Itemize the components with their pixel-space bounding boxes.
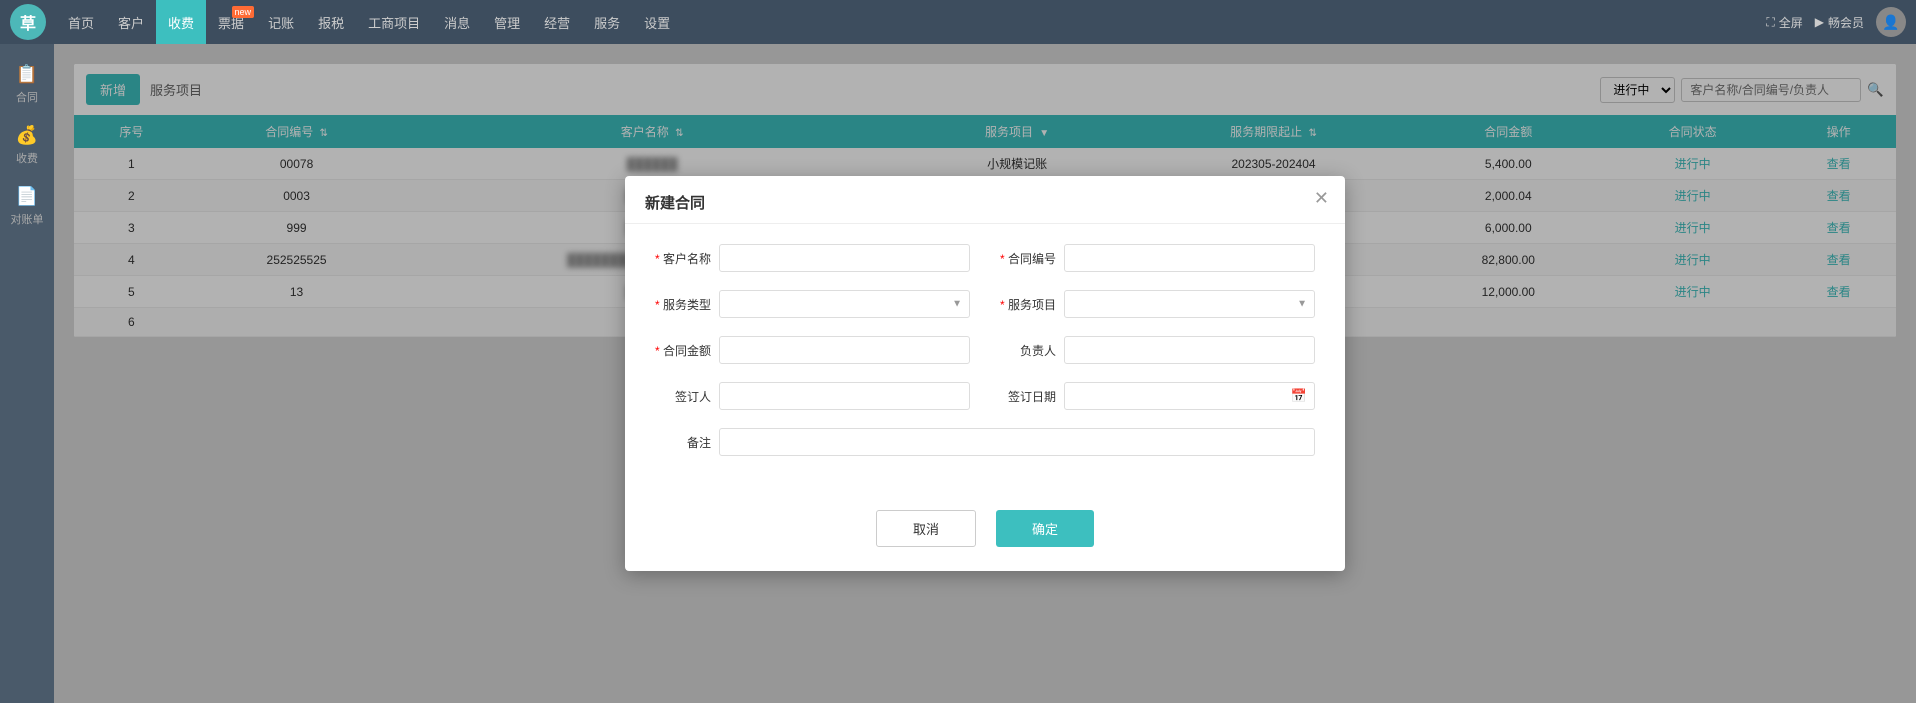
- nav-manage[interactable]: 管理: [482, 0, 532, 44]
- signer-input[interactable]: [719, 382, 970, 410]
- modal-overlay: 新建合同 ✕ 客户名称 合同编号: [54, 44, 1916, 703]
- person-label: 负责人: [1000, 342, 1056, 359]
- field-amount: 合同金额 0.00: [655, 336, 970, 364]
- client-input[interactable]: [719, 244, 970, 272]
- service-type-label: 服务类型: [655, 296, 711, 313]
- nav-tax[interactable]: 报税: [306, 0, 356, 44]
- service-item-label: 服务项目: [1000, 296, 1056, 313]
- field-client: 客户名称: [655, 244, 970, 272]
- modal-close-button[interactable]: ✕: [1314, 188, 1329, 209]
- logo-text: 草: [20, 10, 36, 34]
- nav-items: 首页 客户 收费 票据 new 记账 报税 工商项目 消息 管理 经营 服务 设…: [56, 0, 1766, 44]
- main-layout: 📋 合同 💰 收费 📄 对账单 新增 服务项目 进行中 已完成 全部: [0, 44, 1916, 703]
- sidebar: 📋 合同 💰 收费 📄 对账单: [0, 44, 54, 703]
- new-badge: new: [232, 6, 255, 18]
- client-label: 客户名称: [655, 250, 711, 267]
- nav-message[interactable]: 消息: [432, 0, 482, 44]
- service-type-select[interactable]: [719, 290, 970, 318]
- form-row-2: 服务类型 服务项目: [655, 290, 1315, 318]
- field-service-item: 服务项目: [1000, 290, 1315, 318]
- content-area: 新增 服务项目 进行中 已完成 全部 🔍: [54, 44, 1916, 703]
- sign-date-input[interactable]: 2023-06-06: [1064, 382, 1315, 410]
- statement-icon: 📄: [16, 186, 38, 207]
- sign-date-label: 签订日期: [1000, 388, 1056, 405]
- field-note: 备注: [655, 428, 1315, 456]
- confirm-button[interactable]: 确定: [996, 510, 1094, 547]
- form-row-4: 签订人 签订日期 2023-06-06 📅: [655, 382, 1315, 410]
- cancel-button[interactable]: 取消: [876, 510, 976, 547]
- nav-right: ⛶ 全屏 ▶ 畅会员 👤: [1766, 7, 1906, 37]
- field-sign-date: 签订日期 2023-06-06 📅: [1000, 382, 1315, 410]
- contract-icon: 📋: [16, 64, 38, 85]
- field-service-type: 服务类型: [655, 290, 970, 318]
- signer-label: 签订人: [655, 388, 711, 405]
- field-person: 负责人: [1000, 336, 1315, 364]
- modal-header: 新建合同: [625, 176, 1345, 224]
- contract-no-input[interactable]: [1064, 244, 1315, 272]
- fullscreen-icon: ⛶: [1766, 15, 1774, 30]
- nav-business[interactable]: 工商项目: [356, 0, 432, 44]
- nav-service[interactable]: 服务: [582, 0, 632, 44]
- sidebar-item-contract[interactable]: 📋 合同: [0, 54, 54, 115]
- new-contract-modal: 新建合同 ✕ 客户名称 合同编号: [625, 176, 1345, 571]
- nav-bookkeeping[interactable]: 记账: [256, 0, 306, 44]
- contract-no-label: 合同编号: [1000, 250, 1056, 267]
- sign-date-wrapper: 2023-06-06 📅: [1064, 382, 1315, 410]
- modal-body: 客户名称 合同编号 服务类型: [625, 224, 1345, 494]
- nav-operation[interactable]: 经营: [532, 0, 582, 44]
- modal-footer: 取消 确定: [625, 494, 1345, 571]
- form-row-5: 备注: [655, 428, 1315, 456]
- service-item-wrapper: [1064, 290, 1315, 318]
- form-row-1: 客户名称 合同编号: [655, 244, 1315, 272]
- field-contract-no: 合同编号: [1000, 244, 1315, 272]
- note-label: 备注: [655, 434, 711, 451]
- amount-label: 合同金额: [655, 342, 711, 359]
- calendar-icon[interactable]: 📅: [1291, 388, 1307, 404]
- nav-home[interactable]: 首页: [56, 0, 106, 44]
- nav-settings[interactable]: 设置: [632, 0, 682, 44]
- form-row-3: 合同金额 0.00 负责人: [655, 336, 1315, 364]
- field-signer: 签订人: [655, 382, 970, 410]
- nav-ticket[interactable]: 票据 new: [206, 0, 256, 44]
- note-input[interactable]: [719, 428, 1315, 456]
- service-type-wrapper: [719, 290, 970, 318]
- avatar[interactable]: 👤: [1876, 7, 1906, 37]
- fullscreen-button[interactable]: ⛶ 全屏: [1766, 14, 1802, 31]
- member-icon: ▶: [1815, 15, 1824, 29]
- sidebar-item-fee[interactable]: 💰 收费: [0, 115, 54, 176]
- member-button[interactable]: ▶ 畅会员: [1815, 14, 1864, 31]
- nav-client[interactable]: 客户: [106, 0, 156, 44]
- nav-fee[interactable]: 收费: [156, 0, 206, 44]
- amount-input[interactable]: 0.00: [719, 336, 970, 364]
- service-item-select[interactable]: [1064, 290, 1315, 318]
- fee-icon: 💰: [16, 125, 38, 146]
- avatar-icon: 👤: [1882, 14, 1899, 31]
- sidebar-item-statement[interactable]: 📄 对账单: [0, 176, 54, 237]
- logo[interactable]: 草: [10, 4, 46, 40]
- top-nav: 草 首页 客户 收费 票据 new 记账 报税 工商项目 消息 管理 经营 服务…: [0, 0, 1916, 44]
- person-input[interactable]: [1064, 336, 1315, 364]
- modal-title: 新建合同: [645, 195, 705, 212]
